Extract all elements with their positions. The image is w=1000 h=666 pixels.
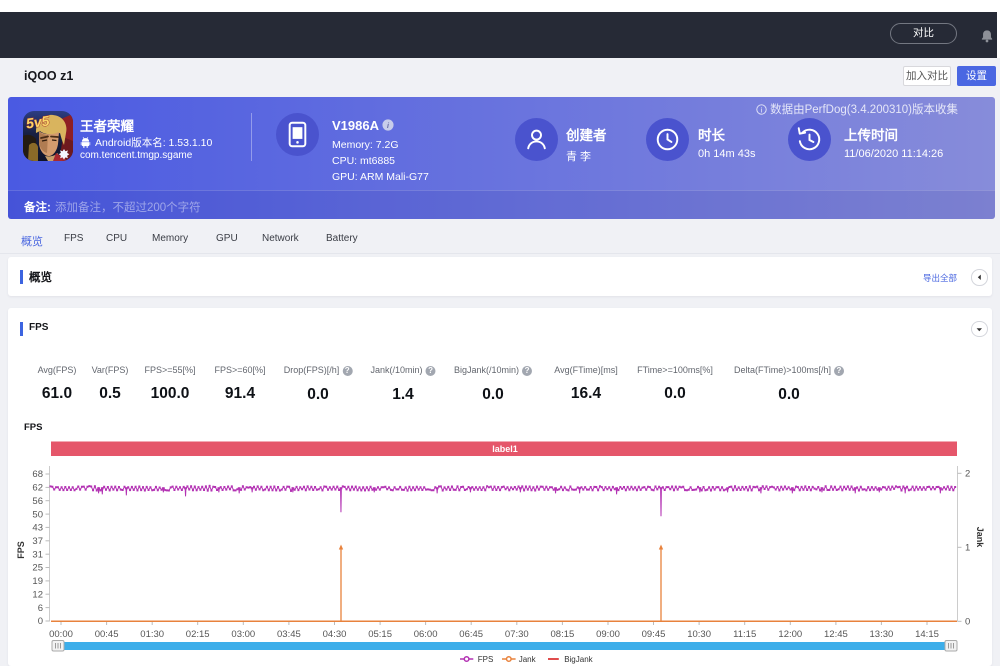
svg-text:0: 0: [38, 616, 43, 627]
svg-text:FPS: FPS: [478, 655, 494, 664]
svg-text:13:30: 13:30: [870, 629, 894, 640]
svg-text:Jank: Jank: [519, 655, 537, 664]
svg-text:37: 37: [32, 536, 43, 547]
svg-text:BigJank: BigJank: [564, 655, 593, 664]
svg-text:1: 1: [965, 543, 970, 554]
svg-text:25: 25: [32, 563, 43, 574]
svg-text:00:00: 00:00: [49, 629, 73, 640]
svg-text:label1: label1: [492, 444, 518, 454]
svg-text:03:45: 03:45: [277, 629, 301, 640]
svg-text:12: 12: [32, 589, 43, 600]
svg-text:06:00: 06:00: [414, 629, 438, 640]
svg-text:31: 31: [32, 549, 43, 560]
svg-text:00:45: 00:45: [95, 629, 119, 640]
svg-text:2: 2: [965, 469, 970, 480]
svg-text:05:15: 05:15: [368, 629, 392, 640]
svg-text:FPS: FPS: [16, 541, 26, 559]
svg-text:62: 62: [32, 483, 43, 494]
svg-text:68: 68: [32, 469, 43, 480]
svg-text:12:00: 12:00: [778, 629, 802, 640]
svg-text:06:45: 06:45: [459, 629, 483, 640]
svg-text:6: 6: [38, 603, 43, 614]
svg-text:09:00: 09:00: [596, 629, 620, 640]
svg-text:50: 50: [32, 509, 43, 520]
svg-text:03:00: 03:00: [231, 629, 255, 640]
svg-text:14:15: 14:15: [915, 629, 939, 640]
svg-text:04:30: 04:30: [323, 629, 347, 640]
svg-text:43: 43: [32, 523, 43, 534]
svg-text:0: 0: [965, 617, 970, 628]
svg-text:08:15: 08:15: [551, 629, 575, 640]
svg-text:10:30: 10:30: [687, 629, 711, 640]
svg-text:09:45: 09:45: [642, 629, 666, 640]
svg-text:19: 19: [32, 576, 43, 587]
svg-text:02:15: 02:15: [186, 629, 210, 640]
svg-text:11:15: 11:15: [733, 629, 756, 640]
svg-text:56: 56: [32, 496, 43, 507]
svg-text:01:30: 01:30: [140, 629, 164, 640]
svg-text:07:30: 07:30: [505, 629, 529, 640]
svg-text:Jank: Jank: [975, 527, 985, 549]
svg-text:12:45: 12:45: [824, 629, 848, 640]
